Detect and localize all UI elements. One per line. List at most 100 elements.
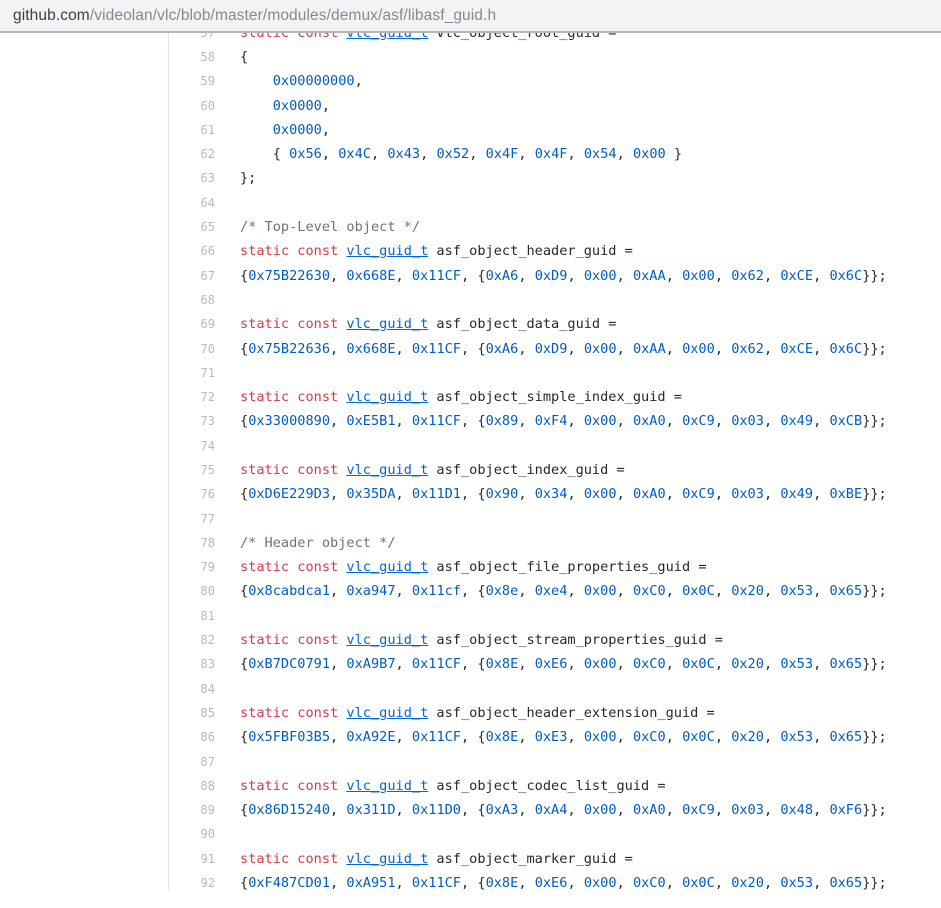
code-text: {0x5FBF03B5, 0xA92E, 0x11CF, {0x8E, 0xE3… <box>215 729 887 745</box>
line-number[interactable]: 60 <box>169 99 215 113</box>
line-number[interactable]: 69 <box>169 317 215 331</box>
code-token: static const <box>240 316 339 333</box>
code-token: , <box>813 486 830 503</box>
vlc-guid-t-type-link[interactable]: vlc_guid_t <box>346 462 428 478</box>
code-token: , <box>813 875 830 891</box>
vlc-guid-t-type-link[interactable]: vlc_guid_t <box>346 316 428 332</box>
line-number[interactable]: 62 <box>169 147 215 161</box>
code-text: static const vlc_guid_t asf_object_marke… <box>215 851 633 867</box>
code-token: 0x00 <box>583 486 617 503</box>
line-number[interactable]: 58 <box>169 50 215 64</box>
line-number[interactable]: 79 <box>169 560 215 574</box>
code-token: , <box>518 583 535 600</box>
code-token: } <box>665 146 683 163</box>
code-token: 0x65 <box>829 656 863 673</box>
code-token: 0x33000890 <box>248 413 331 430</box>
code-token: , <box>616 583 633 600</box>
line-number[interactable]: 72 <box>169 390 215 404</box>
line-number[interactable]: 80 <box>169 584 215 598</box>
code-token: static const <box>240 33 338 41</box>
code-token: 0x62 <box>731 267 764 284</box>
line-number[interactable]: 59 <box>169 74 215 88</box>
code-token: static const <box>240 850 339 867</box>
code-token: 0x62 <box>731 340 764 357</box>
code-token: 0x00 <box>583 875 617 891</box>
code-token: 0xD9 <box>534 267 568 284</box>
line-number[interactable]: 75 <box>169 463 215 477</box>
code-token: , <box>665 875 683 891</box>
code-token: , <box>567 729 584 746</box>
code-token: 0x11CF <box>411 340 461 357</box>
vlc-guid-t-type-link[interactable]: vlc_guid_t <box>346 851 428 867</box>
code-token: 0x03 <box>731 413 764 430</box>
browser-address-bar[interactable]: github.com/videolan/vlc/blob/master/modu… <box>0 0 941 33</box>
code-token: asf_object_stream_properties_guid = <box>428 632 723 649</box>
code-token: asf_object_marker_guid = <box>428 850 633 867</box>
code-token: , <box>567 802 584 819</box>
code-token: , <box>330 656 347 673</box>
code-token: 0x00 <box>583 583 617 600</box>
code-token: , <box>616 656 633 673</box>
code-token: 0xC9 <box>682 486 715 503</box>
line-number[interactable]: 73 <box>169 414 215 428</box>
line-number[interactable]: 61 <box>169 123 215 137</box>
line-number[interactable]: 89 <box>169 803 215 817</box>
line-number[interactable]: 88 <box>169 779 215 793</box>
vlc-guid-t-type-link[interactable]: vlc_guid_t <box>346 33 428 41</box>
code-token: , <box>330 340 347 357</box>
line-number[interactable]: 81 <box>169 609 215 623</box>
code-token: , <box>518 802 535 819</box>
line-number[interactable]: 84 <box>169 682 215 696</box>
code-token: 0x11D1 <box>411 486 461 503</box>
line-number[interactable]: 83 <box>169 657 215 671</box>
code-token: , <box>567 875 584 891</box>
line-number[interactable]: 87 <box>169 755 215 769</box>
line-number[interactable]: 67 <box>169 269 215 283</box>
code-token: 0xF487CD01 <box>248 875 331 891</box>
code-token: 0x75B22636 <box>248 340 331 357</box>
line-number[interactable]: 71 <box>169 366 215 380</box>
line-number[interactable]: 70 <box>169 342 215 356</box>
code-token: , <box>813 583 830 600</box>
line-number[interactable]: 91 <box>169 852 215 866</box>
code-token: 0xe4 <box>534 583 568 600</box>
vlc-guid-t-type-link[interactable]: vlc_guid_t <box>346 559 428 575</box>
line-number[interactable]: 66 <box>169 244 215 258</box>
line-number[interactable]: 82 <box>169 633 215 647</box>
code-text: {0x33000890, 0xE5B1, 0x11CF, {0x89, 0xF4… <box>215 413 887 429</box>
vlc-guid-t-type-link[interactable]: vlc_guid_t <box>346 778 428 794</box>
code-token: 0xF6 <box>829 802 863 819</box>
vlc-guid-t-type-link[interactable]: vlc_guid_t <box>346 705 428 721</box>
code-token: 0xCB <box>829 413 863 430</box>
code-line: 79 static const vlc_guid_t asf_object_fil… <box>169 555 941 579</box>
line-number[interactable]: 92 <box>169 876 215 890</box>
code-token: asf_object_header_extension_guid = <box>428 704 715 721</box>
line-number[interactable]: 85 <box>169 706 215 720</box>
line-number[interactable]: 57 <box>169 33 215 40</box>
line-number[interactable]: 77 <box>169 512 215 526</box>
line-number[interactable]: 64 <box>169 196 215 210</box>
code-token: 0x11CF <box>411 875 461 891</box>
code-token: 0x8E <box>485 875 519 891</box>
code-text: static const vlc_guid_t asf_object_heade… <box>215 705 715 721</box>
code-token: , <box>518 875 535 891</box>
vlc-guid-t-type-link[interactable]: vlc_guid_t <box>346 632 428 648</box>
vlc-guid-t-type-link[interactable]: vlc_guid_t <box>346 389 428 405</box>
code-token: , <box>395 656 412 673</box>
vlc-guid-t-type-link[interactable]: vlc_guid_t <box>346 243 428 259</box>
code-text: 0x0000, <box>215 98 330 114</box>
line-number[interactable]: 65 <box>169 220 215 234</box>
code-line: 68 <box>169 288 941 312</box>
line-number[interactable]: 63 <box>169 171 215 185</box>
url-text[interactable]: github.com/videolan/vlc/blob/master/modu… <box>13 7 496 25</box>
code-token: , <box>395 875 412 891</box>
line-number[interactable]: 74 <box>169 439 215 453</box>
code-token: , <box>330 802 347 819</box>
code-token: }}; <box>862 802 887 819</box>
line-number[interactable]: 78 <box>169 536 215 550</box>
line-number[interactable]: 90 <box>169 827 215 841</box>
line-number[interactable]: 76 <box>169 487 215 501</box>
line-number[interactable]: 86 <box>169 730 215 744</box>
line-number[interactable]: 68 <box>169 293 215 307</box>
code-token: 0xA92E <box>346 729 396 746</box>
